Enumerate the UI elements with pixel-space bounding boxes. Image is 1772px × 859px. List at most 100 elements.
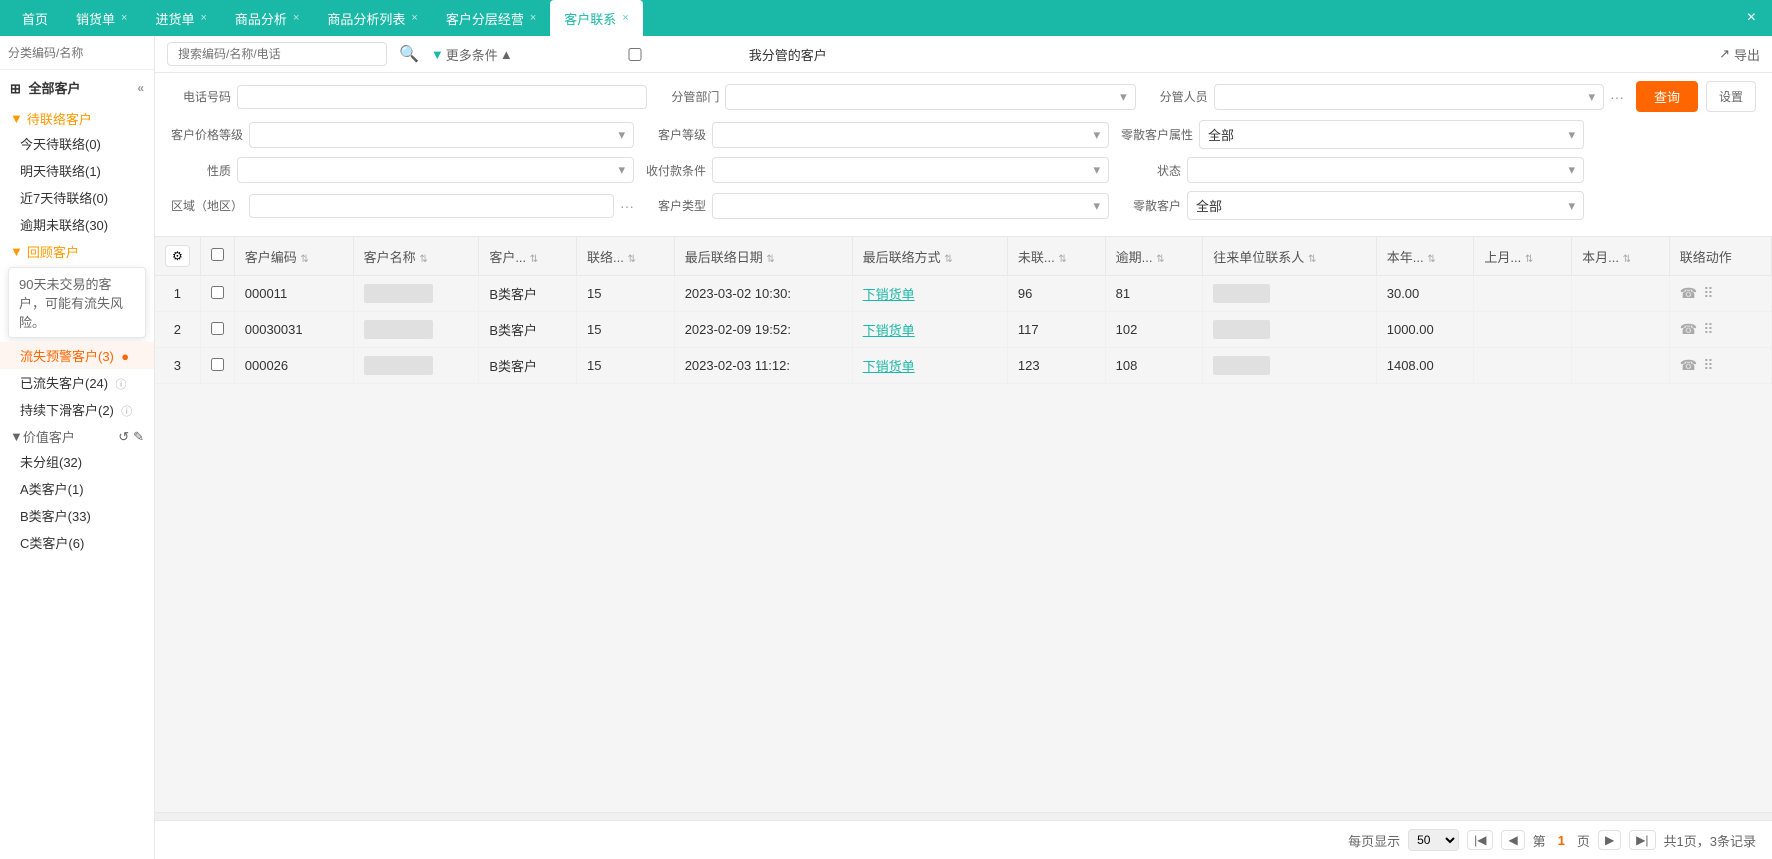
info-icon: ⓘ	[115, 379, 126, 391]
sidebar-item-b-class[interactable]: B类客户(33)	[0, 502, 154, 529]
sidebar-item-today-contact[interactable]: 今天待联络(0)	[0, 130, 154, 157]
sidebar-item-churned[interactable]: 已流失客户(24) ⓘ	[0, 369, 154, 396]
close-customer-segment-icon[interactable]: ×	[530, 12, 536, 24]
sidebar-item-7day-contact[interactable]: 近7天待联络(0)	[0, 184, 154, 211]
query-button[interactable]: 查询	[1636, 81, 1698, 112]
person-more-icon[interactable]: ···	[1610, 89, 1624, 105]
nav-purchase[interactable]: 进货单 ×	[141, 0, 220, 36]
contact-action-icon[interactable]: ☎	[1680, 285, 1697, 302]
more-action-icon[interactable]: ⠿	[1703, 285, 1713, 302]
cell-checkbox[interactable]	[200, 348, 234, 384]
row-checkbox[interactable]	[211, 286, 224, 299]
select-all-checkbox[interactable]	[211, 248, 224, 261]
sort-last-date-icon[interactable]: ⇅	[766, 254, 774, 265]
sort-this-month-icon[interactable]: ⇅	[1623, 254, 1631, 265]
customer-type-select[interactable]: ▾	[712, 193, 1109, 219]
close-all-button[interactable]: ×	[1739, 9, 1764, 27]
sidebar-item-c-class[interactable]: C类客户(6)	[0, 529, 154, 556]
sort-this-year-icon[interactable]: ⇅	[1427, 254, 1435, 265]
nav-sales[interactable]: 销货单 ×	[62, 0, 141, 36]
sort-last-method-icon[interactable]: ⇅	[944, 254, 952, 265]
my-customers-checkbox-label[interactable]: 我分管的客户	[525, 45, 827, 64]
sidebar-item-overdue-contact[interactable]: 逾期未联络(30)	[0, 211, 154, 238]
customer-grade-select[interactable]: ▾	[712, 122, 1109, 148]
group-review-customers[interactable]: ▼ 回顾客户	[0, 238, 154, 263]
first-page-button[interactable]: |◀	[1467, 830, 1493, 850]
cell-name: ████	[353, 348, 479, 384]
sidebar-all-customers[interactable]: ⊞ 全部客户 «	[0, 70, 154, 105]
last-page-button[interactable]: ▶|	[1629, 830, 1655, 850]
sort-grade-icon[interactable]: ⇅	[530, 254, 538, 265]
retail-attr-select[interactable]: 全部 ▾	[1199, 120, 1584, 149]
nature-select[interactable]: ▾	[237, 157, 634, 183]
sidebar-item-ungroup[interactable]: 未分组(32)	[0, 448, 154, 475]
region-input[interactable]	[249, 194, 614, 218]
price-grade-select[interactable]: ▾	[249, 122, 634, 148]
sidebar-item-a-class[interactable]: A类客户(1)	[0, 475, 154, 502]
sort-last-month-icon[interactable]: ⇅	[1525, 254, 1533, 265]
sort-contact-count-icon[interactable]: ⇅	[627, 254, 635, 265]
nav-analysis[interactable]: 商品分析 ×	[221, 0, 313, 36]
region-more-icon[interactable]: ···	[620, 198, 634, 214]
sort-code-icon[interactable]: ⇅	[300, 254, 308, 265]
nav-customer-segment[interactable]: 客户分层经营 ×	[432, 0, 550, 36]
search-button[interactable]: 🔍	[399, 44, 419, 64]
more-conditions-button[interactable]: ▼ 更多条件 ▲	[431, 45, 513, 64]
sort-uncontacted-icon[interactable]: ⇅	[1058, 254, 1066, 265]
last-method-link[interactable]: 下销货单	[863, 287, 915, 302]
last-method-link[interactable]: 下销货单	[863, 359, 915, 374]
export-button[interactable]: ↗ 导出	[1719, 45, 1760, 64]
search-input[interactable]	[167, 42, 387, 66]
my-customers-checkbox[interactable]	[525, 48, 745, 61]
nav-analysis-list[interactable]: 商品分析列表 ×	[313, 0, 431, 36]
cell-last-method[interactable]: 下销货单	[852, 276, 1007, 312]
status-select[interactable]: ▾	[1187, 157, 1584, 183]
cell-last-method[interactable]: 下销货单	[852, 312, 1007, 348]
last-method-link[interactable]: 下销货单	[863, 323, 915, 338]
sort-contact-person-icon[interactable]: ⇅	[1308, 254, 1316, 265]
column-settings-button[interactable]: ⚙	[165, 245, 190, 267]
per-page-select[interactable]: 50 100 200	[1408, 829, 1459, 851]
cell-index: 1	[155, 276, 200, 312]
retail-customer-select[interactable]: 全部 ▾	[1187, 191, 1584, 220]
payment-select[interactable]: ▾	[712, 157, 1109, 183]
horizontal-scrollbar[interactable]	[155, 812, 1772, 820]
sidebar-item-churn-warning[interactable]: 流失预警客户(3) ●	[0, 342, 154, 369]
cell-checkbox[interactable]	[200, 276, 234, 312]
next-page-button[interactable]: ▶	[1598, 830, 1621, 850]
collapse-icon[interactable]: «	[137, 81, 144, 95]
row-checkbox[interactable]	[211, 358, 224, 371]
nav-customer-contact[interactable]: 客户联系 ×	[550, 0, 642, 36]
filter-phone: 电话号码	[171, 85, 647, 109]
group-pending-contact[interactable]: ▼ 待联络客户	[0, 105, 154, 130]
close-analysis-icon[interactable]: ×	[293, 12, 299, 24]
sort-overdue-icon[interactable]: ⇅	[1156, 254, 1164, 265]
nav-home[interactable]: 首页	[8, 0, 62, 36]
filter-retail-attr: 零散客户属性 全部 ▾	[1121, 120, 1584, 149]
group-value-customers[interactable]: ▼ 价值客户 ↺ ✎	[0, 423, 154, 448]
person-label: 分管人员	[1148, 88, 1208, 105]
category-search-input[interactable]	[8, 46, 155, 60]
cell-last-method[interactable]: 下销货单	[852, 348, 1007, 384]
contact-action-icon[interactable]: ☎	[1680, 357, 1697, 374]
sidebar-item-tomorrow-contact[interactable]: 明天待联络(1)	[0, 157, 154, 184]
close-sales-icon[interactable]: ×	[121, 12, 127, 24]
row-checkbox[interactable]	[211, 322, 224, 335]
setting-button[interactable]: 设置	[1706, 81, 1756, 112]
close-customer-contact-icon[interactable]: ×	[622, 12, 628, 24]
edit-icon[interactable]: ✎	[133, 429, 144, 445]
col-header-uncontacted: 未联... ⇅	[1007, 237, 1105, 276]
close-analysis-list-icon[interactable]: ×	[411, 12, 417, 24]
prev-page-button[interactable]: ◀	[1501, 830, 1524, 850]
phone-input[interactable]	[237, 85, 647, 109]
person-select[interactable]: ▾	[1214, 84, 1604, 110]
more-action-icon[interactable]: ⠿	[1703, 357, 1713, 374]
dept-select[interactable]: ▾	[725, 84, 1135, 110]
close-purchase-icon[interactable]: ×	[200, 12, 206, 24]
contact-action-icon[interactable]: ☎	[1680, 321, 1697, 338]
sort-name-icon[interactable]: ⇅	[419, 254, 427, 265]
sidebar-item-declining[interactable]: 持续下滑客户(2) ⓘ	[0, 396, 154, 423]
cell-checkbox[interactable]	[200, 312, 234, 348]
refresh-icon[interactable]: ↺	[118, 429, 129, 445]
more-action-icon[interactable]: ⠿	[1703, 321, 1713, 338]
